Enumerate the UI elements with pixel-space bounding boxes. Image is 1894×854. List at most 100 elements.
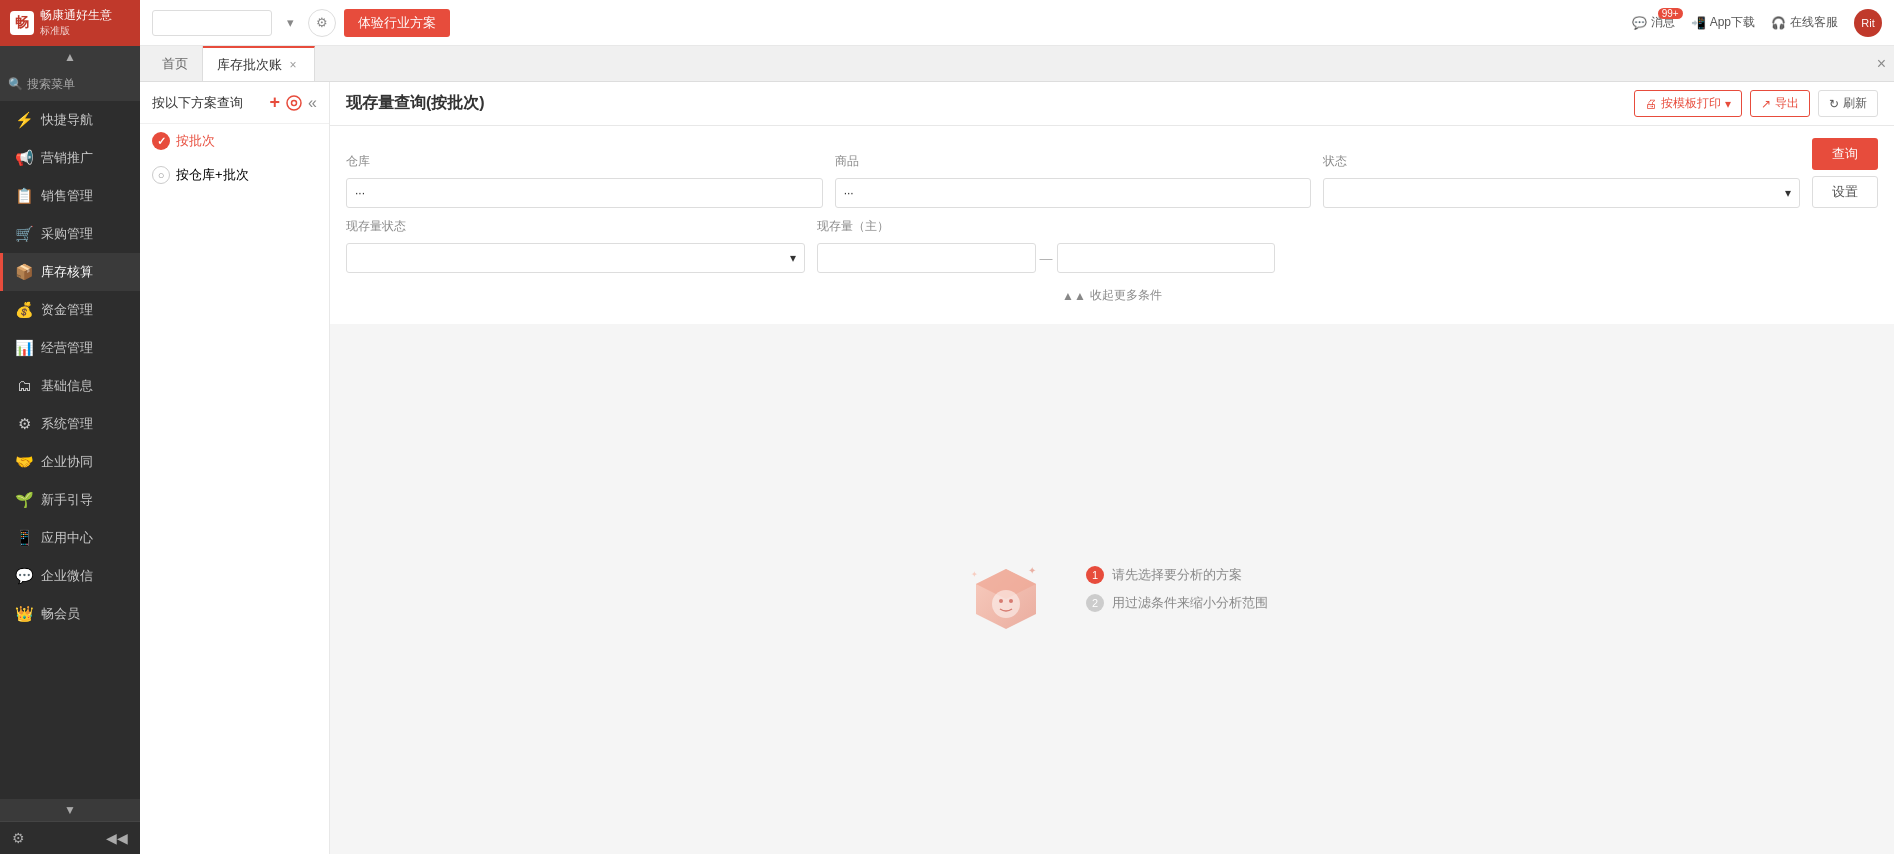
collapse-label: 收起更多条件 <box>1090 287 1162 304</box>
left-panel-header: 按以下方案查询 + « <box>140 82 329 124</box>
filter-stock-main-field: 现存量（主） — <box>817 218 1276 273</box>
filter-settings-btn[interactable]: 设置 <box>1812 176 1878 208</box>
filter-warehouse-field: 仓库 ··· <box>346 153 823 208</box>
print-dropdown-icon: ▾ <box>1725 97 1731 111</box>
sidebar-footer: ⚙ ◀◀ <box>0 821 140 854</box>
apps-icon: 📱 <box>15 529 33 547</box>
sidebar-item-label: 营销推广 <box>41 149 93 167</box>
brand-logo: 畅 <box>10 11 34 35</box>
warehouse-dots: ··· <box>355 186 365 200</box>
svg-point-5 <box>999 599 1003 603</box>
svg-point-6 <box>1009 599 1013 603</box>
query-btn[interactable]: 查询 <box>1812 138 1878 170</box>
right-panel: 现存量查询(按批次) 🖨 按模板打印 ▾ ↗ 导出 ↻ 刷新 <box>330 82 1894 854</box>
sidebar-item-finance[interactable]: 💰 资金管理 <box>0 291 140 329</box>
sidebar-item-label: 新手引导 <box>41 491 93 509</box>
warehouse-input[interactable]: ··· <box>346 178 823 208</box>
tip1-text: 请先选择要分析的方案 <box>1112 566 1242 584</box>
svg-text:✦: ✦ <box>1028 565 1036 576</box>
stock-status-label: 现存量状态 <box>346 218 805 235</box>
status-arrow: ▾ <box>1785 186 1791 200</box>
tab-inventory-batch[interactable]: 库存批次账 × <box>203 46 315 81</box>
stock-main-from[interactable] <box>817 243 1036 273</box>
members-icon: 👑 <box>15 605 33 623</box>
sidebar-item-quick-nav[interactable]: ⚡ 快捷导航 <box>0 101 140 139</box>
sidebar-item-guide[interactable]: 🌱 新手引导 <box>0 481 140 519</box>
wechat-icon: 💬 <box>15 567 33 585</box>
export-btn[interactable]: ↗ 导出 <box>1750 90 1810 117</box>
page-header-actions: 🖨 按模板打印 ▾ ↗ 导出 ↻ 刷新 <box>1634 90 1878 117</box>
online-service-btn[interactable]: 🎧 在线客服 <box>1771 14 1838 31</box>
tab-home[interactable]: 首页 <box>148 46 203 81</box>
sidebar: 畅 畅康通好生意 标准版 ▲ 🔍 搜索菜单 ⚡ 快捷导航 📢 营销推广 📋 销售… <box>0 0 140 854</box>
stock-main-to[interactable] <box>1057 243 1276 273</box>
stock-main-label: 现存量（主） <box>817 218 1276 235</box>
system-icon: ⚙ <box>15 415 33 433</box>
sidebar-item-label: 企业协同 <box>41 453 93 471</box>
sidebar-item-label: 采购管理 <box>41 225 93 243</box>
sidebar-item-basics[interactable]: 🗂 基础信息 <box>0 367 140 405</box>
status-label: 状态 <box>1323 153 1800 170</box>
marketing-icon: 📢 <box>15 149 33 167</box>
sidebar-item-label: 基础信息 <box>41 377 93 395</box>
left-panel-actions: + « <box>270 92 317 113</box>
sidebar-item-wechat[interactable]: 💬 企业微信 <box>0 557 140 595</box>
sidebar-scroll-down[interactable]: ▼ <box>0 799 140 821</box>
print-template-btn[interactable]: 🖨 按模板打印 ▾ <box>1634 90 1742 117</box>
left-panel-settings-btn[interactable] <box>286 92 302 113</box>
print-icon: 🖨 <box>1645 97 1657 111</box>
app-download-btn[interactable]: 📲 App下载 <box>1691 14 1755 31</box>
tip2-text: 用过滤条件来缩小分析范围 <box>1112 594 1268 612</box>
left-panel-title: 按以下方案查询 <box>152 94 243 112</box>
message-icon: 💬 <box>1632 16 1647 30</box>
sidebar-item-purchase[interactable]: 🛒 采购管理 <box>0 215 140 253</box>
sidebar-item-enterprise[interactable]: 🤝 企业协同 <box>0 443 140 481</box>
main-area: ▾ ⚙ 体验行业方案 💬 消息 99+ 📲 App下载 🎧 在线客服 Rit <box>140 0 1894 854</box>
user-profile-btn[interactable]: Rit <box>1854 9 1882 37</box>
sidebar-scroll-up[interactable]: ▲ <box>0 46 140 68</box>
stock-main-range: — <box>817 243 1276 273</box>
operations-icon: 📊 <box>15 339 33 357</box>
experience-btn[interactable]: 体验行业方案 <box>344 9 450 37</box>
left-panel-add-btn[interactable]: + <box>270 92 281 113</box>
purchase-icon: 🛒 <box>15 225 33 243</box>
messages-btn[interactable]: 💬 消息 99+ <box>1632 14 1675 31</box>
sidebar-item-marketing[interactable]: 📢 营销推广 <box>0 139 140 177</box>
topbar-settings-btn[interactable]: ⚙ <box>308 9 336 37</box>
sidebar-search[interactable]: 🔍 搜索菜单 <box>0 68 140 101</box>
scheme-by-warehouse-batch[interactable]: ○ 按仓库+批次 <box>140 158 329 192</box>
tabbar: 首页 库存批次账 × × <box>140 46 1894 82</box>
tabbar-close-all-btn[interactable]: × <box>1877 55 1886 73</box>
empty-tips: 1 请先选择要分析的方案 2 用过滤条件来缩小分析范围 <box>1086 566 1268 612</box>
tab-batch-label: 库存批次账 <box>217 56 282 74</box>
scheme-gray-icon: ○ <box>152 166 170 184</box>
product-label: 商品 <box>835 153 1312 170</box>
sidebar-item-apps[interactable]: 📱 应用中心 <box>0 519 140 557</box>
left-panel-collapse-btn[interactable]: « <box>308 92 317 113</box>
sidebar-collapse-btn[interactable]: ◀◀ <box>106 830 128 846</box>
topbar-search-input[interactable] <box>152 10 272 36</box>
brand-subtitle: 标准版 <box>40 24 112 38</box>
sidebar-item-label: 库存核算 <box>41 263 93 281</box>
refresh-icon: ↻ <box>1829 97 1839 111</box>
product-dots: ··· <box>844 186 854 200</box>
stock-status-select[interactable]: ▾ <box>346 243 805 273</box>
status-select[interactable]: ▾ <box>1323 178 1800 208</box>
refresh-btn[interactable]: ↻ 刷新 <box>1818 90 1878 117</box>
export-label: 导出 <box>1775 95 1799 112</box>
sidebar-item-operations[interactable]: 📊 经营管理 <box>0 329 140 367</box>
search-label: 搜索菜单 <box>27 76 75 93</box>
product-input[interactable]: ··· <box>835 178 1312 208</box>
tab-close-btn[interactable]: × <box>286 58 300 72</box>
filter-status-field: 状态 ▾ <box>1323 153 1800 208</box>
sidebar-item-inventory[interactable]: 📦 库存核算 <box>0 253 140 291</box>
sidebar-item-system[interactable]: ⚙ 系统管理 <box>0 405 140 443</box>
scheme-by-batch[interactable]: ✓ 按批次 <box>140 124 329 158</box>
sidebar-settings-btn[interactable]: ⚙ <box>12 830 25 846</box>
left-panel: 按以下方案查询 + « ✓ 按批次 ○ 按仓库+ <box>140 82 330 854</box>
sidebar-item-sales[interactable]: 📋 销售管理 <box>0 177 140 215</box>
sidebar-item-members[interactable]: 👑 畅会员 <box>0 595 140 633</box>
topbar-dropdown-btn[interactable]: ▾ <box>280 13 300 33</box>
empty-state: ✦ ✦ 1 请先选择要分析的方案 2 用过滤条件来缩小分析范围 <box>330 324 1894 854</box>
collapse-btn[interactable]: ▲▲ 收起更多条件 <box>1062 287 1162 304</box>
